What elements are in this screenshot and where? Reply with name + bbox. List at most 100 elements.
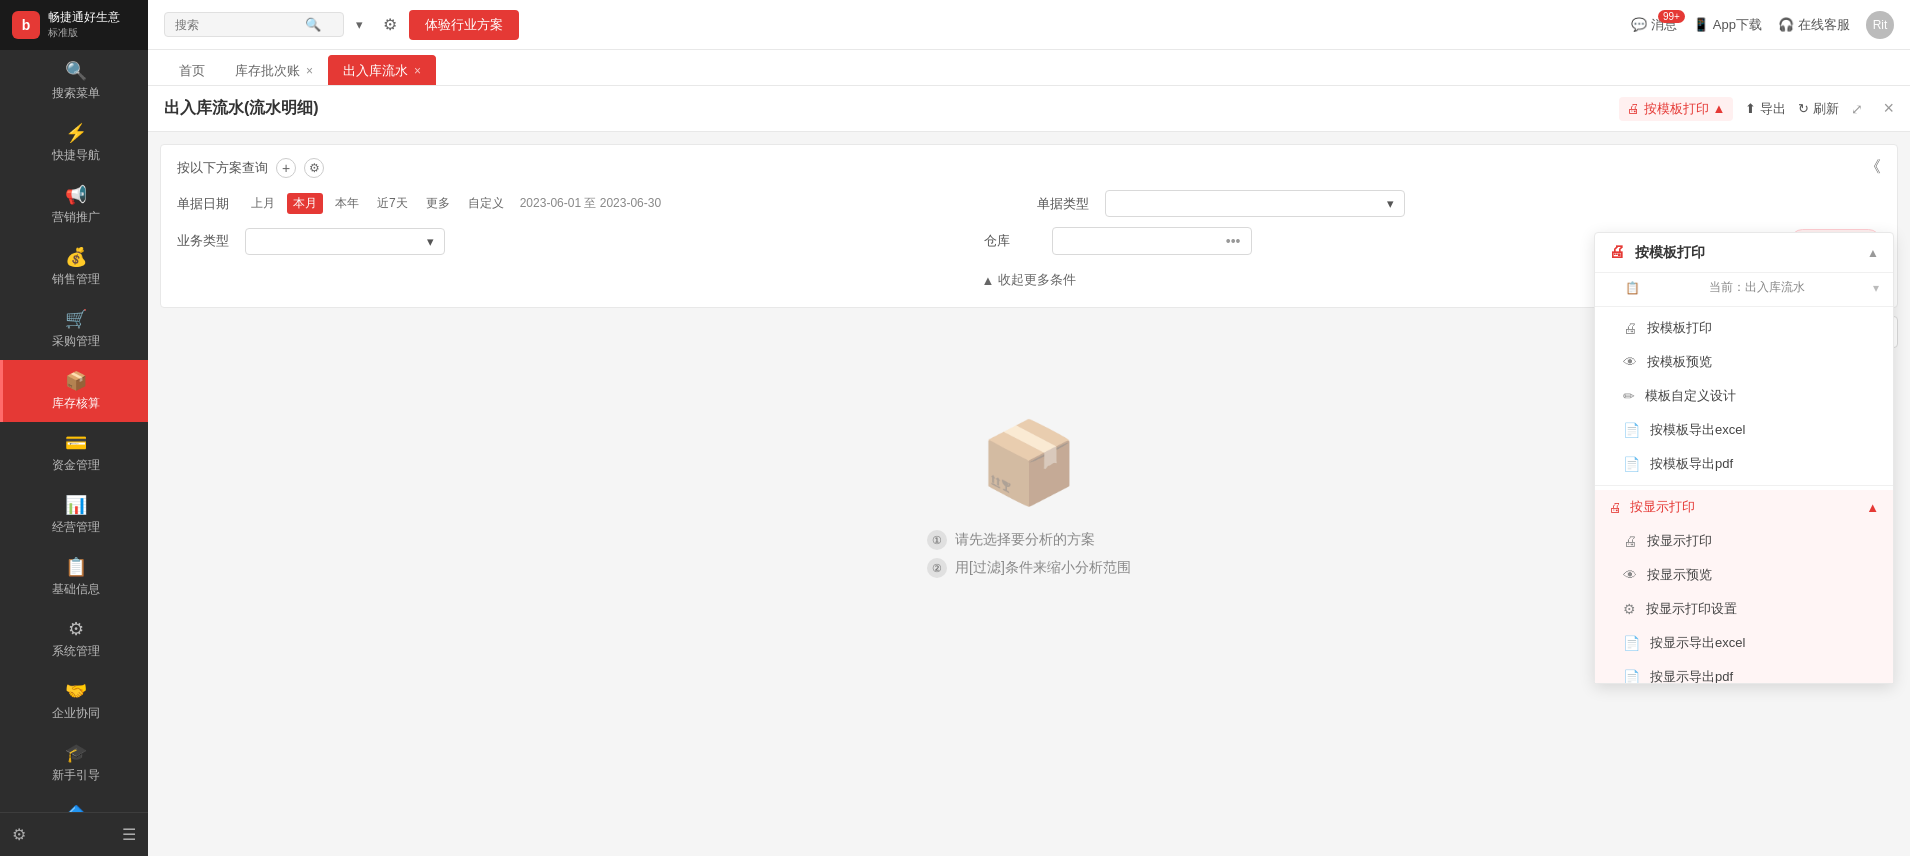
item-custom-icon: ✏ [1623, 388, 1635, 404]
tab-inventory-batch[interactable]: 库存批次账 × [220, 55, 328, 85]
apps-icon: 🔷 [65, 804, 87, 812]
dropdown-panel-scroll: 🖨 按模板打印 ▲ 📋 当前：出入库流水 ▾ 🖨 按模板打印 [1595, 233, 1893, 683]
sidebar-item-label: 资金管理 [52, 457, 100, 474]
header-search-box[interactable]: 🔍 [164, 12, 344, 37]
tab-home[interactable]: 首页 [164, 55, 220, 85]
empty-step-2-text: 用[过滤]条件来缩小分析范围 [955, 559, 1131, 577]
dropdown-item-display-excel[interactable]: 📄 按显示导出excel [1595, 626, 1893, 660]
online-service-btn[interactable]: 🎧 在线客服 [1778, 16, 1850, 34]
app-name: 畅捷通好生意 [48, 10, 120, 26]
search-menu-icon: 🔍 [65, 60, 87, 82]
dropdown-item-display-print[interactable]: 🖨 按显示打印 [1595, 524, 1893, 558]
item-label: 按显示打印设置 [1646, 600, 1737, 618]
sidebar-item-system[interactable]: ⚙ 系统管理 [0, 608, 148, 670]
dropdown-item-template-custom[interactable]: ✏ 模板自定义设计 [1595, 379, 1893, 413]
sidebar-settings-icon[interactable]: ⚙ [12, 825, 26, 844]
date-more[interactable]: 更多 [420, 193, 456, 214]
date-custom[interactable]: 自定义 [462, 193, 510, 214]
close-page-btn[interactable]: × [1883, 98, 1894, 119]
content-area: 按以下方案查询 + ⚙ 《 单据日期 上月 本月 本年 近7天 更多 [148, 132, 1910, 856]
display-print-icon2: 🖨 [1623, 533, 1637, 549]
template-print-btn[interactable]: 🖨 按模板打印 ▲ [1619, 97, 1734, 121]
tab-flow-label: 出入库流水 [343, 62, 408, 80]
sidebar-nav: 🔍 搜索菜单 ⚡ 快捷导航 📢 营销推广 💰 销售管理 🛒 采购管理 📦 库存核… [0, 50, 148, 812]
header-search-input[interactable] [175, 18, 305, 32]
maximize-btn[interactable]: ⤢ [1851, 101, 1863, 117]
app-download-btn[interactable]: 📱 App下载 [1693, 16, 1762, 34]
export-btn[interactable]: ⬆ 导出 [1745, 100, 1786, 118]
sidebar-item-search-menu[interactable]: 🔍 搜索菜单 [0, 50, 148, 112]
sidebar-item-finance[interactable]: 💳 资金管理 [0, 422, 148, 484]
dropdown-panel-title: 按模板打印 [1635, 244, 1705, 260]
page-actions: 🖨 按模板打印 ▲ ⬆ 导出 ↻ 刷新 ⤢ × [1619, 97, 1894, 121]
operations-icon: 📊 [65, 494, 87, 516]
date-this-month[interactable]: 本月 [287, 193, 323, 214]
sidebar-item-quick-nav[interactable]: ⚡ 快捷导航 [0, 112, 148, 174]
header-dropdown-btn[interactable]: ▾ [356, 17, 363, 32]
enterprise-icon: 🤝 [65, 680, 87, 702]
sidebar-item-guide[interactable]: 🎓 新手引导 [0, 732, 148, 794]
step-num-2: ② [927, 558, 947, 578]
warehouse-more-icon[interactable]: ••• [1226, 233, 1241, 249]
filter-title: 按以下方案查询 [177, 159, 268, 177]
export-icon: ⬆ [1745, 101, 1756, 116]
filter-header: 按以下方案查询 + ⚙ 《 [177, 157, 1881, 178]
tab-inventory-batch-label: 库存批次账 [235, 62, 300, 80]
sidebar-item-marketing[interactable]: 📢 营销推广 [0, 174, 148, 236]
dropdown-item-template-preview[interactable]: 👁 按模板预览 [1595, 345, 1893, 379]
warehouse-label: 仓库 [984, 232, 1044, 250]
dropdown-panel: 🖨 按模板打印 ▲ 📋 当前：出入库流水 ▾ 🖨 按模板打印 [1594, 232, 1894, 684]
sidebar-item-purchase[interactable]: 🛒 采购管理 [0, 298, 148, 360]
refresh-btn[interactable]: ↻ 刷新 [1798, 100, 1839, 118]
sidebar-item-enterprise[interactable]: 🤝 企业协同 [0, 670, 148, 732]
date-last-month[interactable]: 上月 [245, 193, 281, 214]
filter-settings-btn[interactable]: ⚙ [304, 158, 324, 178]
trial-button[interactable]: 体验行业方案 [409, 10, 519, 40]
display-preview-icon: 👁 [1623, 567, 1637, 583]
sidebar-item-inventory[interactable]: 📦 库存核算 [0, 360, 148, 422]
sidebar-item-label: 营销推广 [52, 209, 100, 226]
header-gear-icon[interactable]: ⚙ [383, 15, 397, 34]
purchase-icon: 🛒 [65, 308, 87, 330]
user-avatar-area[interactable]: Rit [1866, 11, 1894, 39]
biztype-select[interactable]: ▾ [245, 228, 445, 255]
sidebar-item-label: 经营管理 [52, 519, 100, 536]
dropdown-panel-chevron[interactable]: ▲ [1867, 246, 1879, 260]
filter-row-1: 单据日期 上月 本月 本年 近7天 更多 自定义 2023-06-01 至 20… [177, 190, 1881, 217]
dropdown-item-template-print[interactable]: 🖨 按模板打印 [1595, 311, 1893, 345]
chevron-up-icon: ▲ [982, 273, 995, 288]
basics-icon: 📋 [65, 556, 87, 578]
doctype-select[interactable]: ▾ [1105, 190, 1405, 217]
tab-inventory-batch-close[interactable]: × [306, 65, 313, 77]
display-settings-icon: ⚙ [1623, 601, 1636, 617]
display-header-left: 🖨 按显示打印 [1609, 498, 1695, 516]
dropdown-item-display-preview[interactable]: 👁 按显示预览 [1595, 558, 1893, 592]
message-btn[interactable]: 💬 消息 99+ [1631, 16, 1677, 34]
step-num-1: ① [927, 530, 947, 550]
sales-icon: 💰 [65, 246, 87, 268]
dropdown-item-display-pdf[interactable]: 📄 按显示导出pdf [1595, 660, 1893, 683]
collapse-more-label: 收起更多条件 [998, 271, 1076, 289]
date-last-7days[interactable]: 近7天 [371, 193, 414, 214]
filter-group-biztype: 业务类型 ▾ [177, 228, 968, 255]
warehouse-select[interactable]: ••• [1052, 227, 1252, 255]
filter-collapse-btn[interactable]: 《 [1865, 157, 1881, 178]
dropdown-item-template-pdf[interactable]: 📄 按模板导出pdf [1595, 447, 1893, 481]
item-label: 按显示导出excel [1650, 634, 1745, 652]
sidebar-item-operations[interactable]: 📊 经营管理 [0, 484, 148, 546]
sidebar-item-sales[interactable]: 💰 销售管理 [0, 236, 148, 298]
refresh-label: 刷新 [1813, 100, 1839, 118]
app-version: 标准版 [48, 26, 120, 40]
display-print-header[interactable]: 🖨 按显示打印 ▲ [1595, 490, 1893, 524]
sidebar: b 畅捷通好生意 标准版 🔍 搜索菜单 ⚡ 快捷导航 📢 营销推广 💰 销售管理… [0, 0, 148, 856]
filter-add-btn[interactable]: + [276, 158, 296, 178]
dropdown-item-template-excel[interactable]: 📄 按模板导出excel [1595, 413, 1893, 447]
sidebar-item-basics[interactable]: 📋 基础信息 [0, 546, 148, 608]
tab-flow[interactable]: 出入库流水 × [328, 55, 436, 85]
tab-flow-close[interactable]: × [414, 65, 421, 77]
item-label: 按模板打印 [1647, 319, 1712, 337]
sidebar-menu-icon[interactable]: ☰ [122, 825, 136, 844]
dropdown-item-display-settings[interactable]: ⚙ 按显示打印设置 [1595, 592, 1893, 626]
date-this-year[interactable]: 本年 [329, 193, 365, 214]
sidebar-item-apps[interactable]: 🔷 应用中心 [0, 794, 148, 812]
